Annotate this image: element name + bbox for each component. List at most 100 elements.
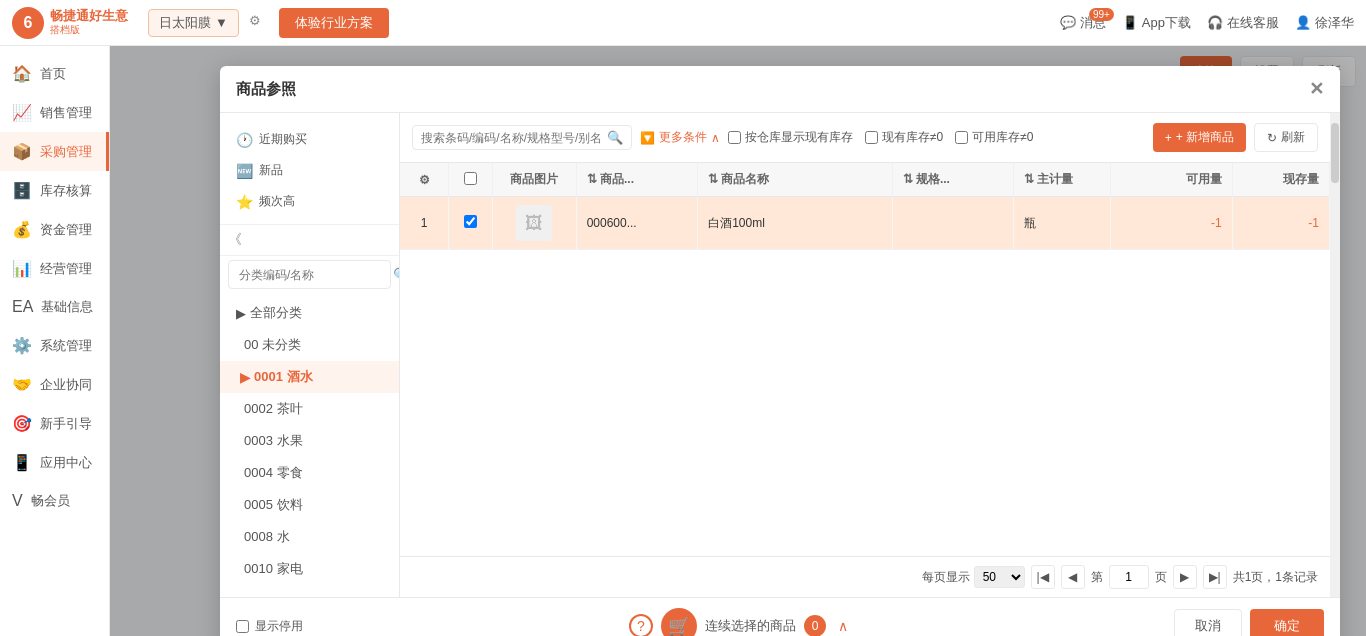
logo-sub: 搭档版 <box>50 23 128 37</box>
search-magnify-icon: 🔍 <box>607 130 623 145</box>
show-disabled-checkbox[interactable]: 显示停用 <box>236 618 303 635</box>
cat-uncategorized[interactable]: 00 未分类 <box>220 329 399 361</box>
sidebar-item-system[interactable]: ⚙️ 系统管理 <box>0 326 109 365</box>
purchase-icon: 📦 <box>12 142 32 161</box>
sidebar-item-collab[interactable]: 🤝 企业协同 <box>0 365 109 404</box>
sidebar-item-inventory[interactable]: 🗄️ 库存核算 <box>0 171 109 210</box>
row-unit: 瓶 <box>1014 197 1111 250</box>
page-size-select[interactable]: 50 20 100 <box>974 566 1025 588</box>
cancel-button[interactable]: 取消 <box>1174 609 1242 636</box>
sidebar-item-purchase[interactable]: 📦 采购管理 <box>0 132 109 171</box>
sidebar-item-home[interactable]: 🏠 首页 <box>0 54 109 93</box>
inventory-icon: 🗄️ <box>12 181 32 200</box>
page-suffix: 页 <box>1155 569 1167 586</box>
show-disabled-input[interactable] <box>236 620 249 633</box>
checkbox-nonzero-stock-input[interactable] <box>865 131 878 144</box>
sidebar-label-apps: 应用中心 <box>40 454 92 472</box>
cat-liquor[interactable]: ▶ 0001 酒水 <box>220 361 399 393</box>
sidebar-item-finance[interactable]: 💰 资金管理 <box>0 210 109 249</box>
company-dropdown[interactable]: 日太阳膜 ▼ <box>148 9 239 37</box>
messages-btn[interactable]: 💬 消息 99+ <box>1060 14 1106 32</box>
more-filters-btn[interactable]: 🔽 更多条件 ∧ <box>640 129 720 146</box>
row-checkbox[interactable] <box>464 215 477 228</box>
quick-nav: 🕐 近期购买 🆕 新品 ⭐ 频次高 <box>220 121 399 225</box>
sidebar-item-member[interactable]: V 畅会员 <box>0 482 109 520</box>
checkbox-nonzero-avail[interactable]: 可用库存≠0 <box>955 129 1033 146</box>
checkbox-show-stock[interactable]: 按仓库显示现有库存 <box>728 129 853 146</box>
last-page-btn[interactable]: ▶| <box>1203 565 1227 589</box>
category-search-input[interactable] <box>239 268 389 282</box>
checkbox-nonzero-stock[interactable]: 现有库存≠0 <box>865 129 943 146</box>
confirm-button[interactable]: 确定 <box>1250 609 1324 636</box>
sidebar-item-sales[interactable]: 📈 销售管理 <box>0 93 109 132</box>
home-icon: 🏠 <box>12 64 32 83</box>
recent-purchase-item[interactable]: 🕐 近期购买 <box>228 125 391 154</box>
sidebar-item-basic[interactable]: EA 基础信息 <box>0 288 109 326</box>
cat-fruit[interactable]: 0003 水果 <box>220 425 399 457</box>
page-label: 第 <box>1091 569 1103 586</box>
settings-icon[interactable]: ⚙ <box>249 13 269 33</box>
frequent-item[interactable]: ⭐ 频次高 <box>228 187 391 216</box>
sidebar-label-system: 系统管理 <box>40 337 92 355</box>
prev-page-btn[interactable]: ◀ <box>1061 565 1085 589</box>
cart-expand-btn[interactable]: ∧ <box>838 618 848 634</box>
active-arrow-icon: ▶ <box>240 370 250 385</box>
add-product-btn[interactable]: + + 新增商品 <box>1153 123 1246 152</box>
pagination: 每页显示 50 20 100 |◀ ◀ 第 页 ▶ <box>400 556 1330 597</box>
next-page-btn[interactable]: ▶ <box>1173 565 1197 589</box>
frequent-label: 频次高 <box>259 193 295 210</box>
cat-water[interactable]: 0008 水 <box>220 521 399 553</box>
sidebar-item-guide[interactable]: 🎯 新手引导 <box>0 404 109 443</box>
col-header-spec: ⇅ 规格... <box>892 163 1014 197</box>
scroll-track <box>1330 113 1340 597</box>
footer-actions: 取消 确定 <box>1174 609 1324 636</box>
row-checkbox-cell <box>449 197 493 250</box>
apps-icon: 📱 <box>12 453 32 472</box>
cat-snacks[interactable]: 0004 零食 <box>220 457 399 489</box>
sidebar: 🏠 首页 📈 销售管理 📦 采购管理 🗄️ 库存核算 💰 资金管理 📊 经营管理… <box>0 46 110 636</box>
help-icon[interactable]: ? <box>629 614 653 636</box>
col-header-available: 可用量 <box>1111 163 1233 197</box>
cat-all[interactable]: ▶ 全部分类 <box>220 297 399 329</box>
sidebar-item-apps[interactable]: 📱 应用中心 <box>0 443 109 482</box>
table-row[interactable]: 1 🖼 000600... 白酒100ml <box>400 197 1330 250</box>
collapse-panel-btn[interactable]: 《 <box>228 231 242 249</box>
select-all-checkbox[interactable] <box>464 172 477 185</box>
col-header-code: ⇅ 商品... <box>576 163 698 197</box>
checkbox-show-stock-input[interactable] <box>728 131 741 144</box>
cart-icon[interactable]: 🛒 <box>661 608 697 636</box>
cat-all-label: 全部分类 <box>250 304 302 322</box>
new-icon: 🆕 <box>236 163 253 179</box>
first-page-btn[interactable]: |◀ <box>1031 565 1055 589</box>
product-search-input[interactable] <box>421 131 603 145</box>
cta-button[interactable]: 体验行业方案 <box>279 8 389 38</box>
filter-label: 更多条件 <box>659 129 707 146</box>
cat-tea[interactable]: 0002 茶叶 <box>220 393 399 425</box>
user-menu[interactable]: 👤 徐泽华 <box>1295 14 1354 32</box>
search-icon: 🔍 <box>393 267 400 282</box>
sidebar-label-home: 首页 <box>40 65 66 83</box>
modal-close-button[interactable]: ✕ <box>1309 78 1324 100</box>
row-name: 白酒100ml <box>698 197 892 250</box>
topnav-right: 💬 消息 99+ 📱 App下载 🎧 在线客服 👤 徐泽华 <box>1060 14 1354 32</box>
message-icon: 💬 <box>1060 15 1076 30</box>
checkbox-nonzero-avail-input[interactable] <box>955 131 968 144</box>
scroll-thumb[interactable] <box>1331 123 1339 183</box>
modal-header: 商品参照 ✕ <box>220 66 1340 113</box>
cat-appliances[interactable]: 0010 家电 <box>220 553 399 585</box>
clock-icon: 🕐 <box>236 132 253 148</box>
page-size-selector: 每页显示 50 20 100 <box>922 566 1025 588</box>
table-body: 1 🖼 000600... 白酒100ml <box>400 197 1330 250</box>
main-layout: 🏠 首页 📈 销售管理 📦 采购管理 🗄️ 库存核算 💰 资金管理 📊 经营管理… <box>0 46 1366 636</box>
refresh-btn[interactable]: ↻ 刷新 <box>1254 123 1318 152</box>
page-number-input[interactable] <box>1109 565 1149 589</box>
new-products-item[interactable]: 🆕 新品 <box>228 156 391 185</box>
sidebar-item-operations[interactable]: 📊 经营管理 <box>0 249 109 288</box>
table-settings-icon[interactable]: ⚙ <box>419 173 430 187</box>
system-icon: ⚙️ <box>12 336 32 355</box>
cat-appliances-label: 0010 家电 <box>244 560 303 578</box>
customer-service-btn[interactable]: 🎧 在线客服 <box>1207 14 1279 32</box>
cat-drinks[interactable]: 0005 饮料 <box>220 489 399 521</box>
cart-count: 0 <box>804 615 826 636</box>
app-download-btn[interactable]: 📱 App下载 <box>1122 14 1191 32</box>
